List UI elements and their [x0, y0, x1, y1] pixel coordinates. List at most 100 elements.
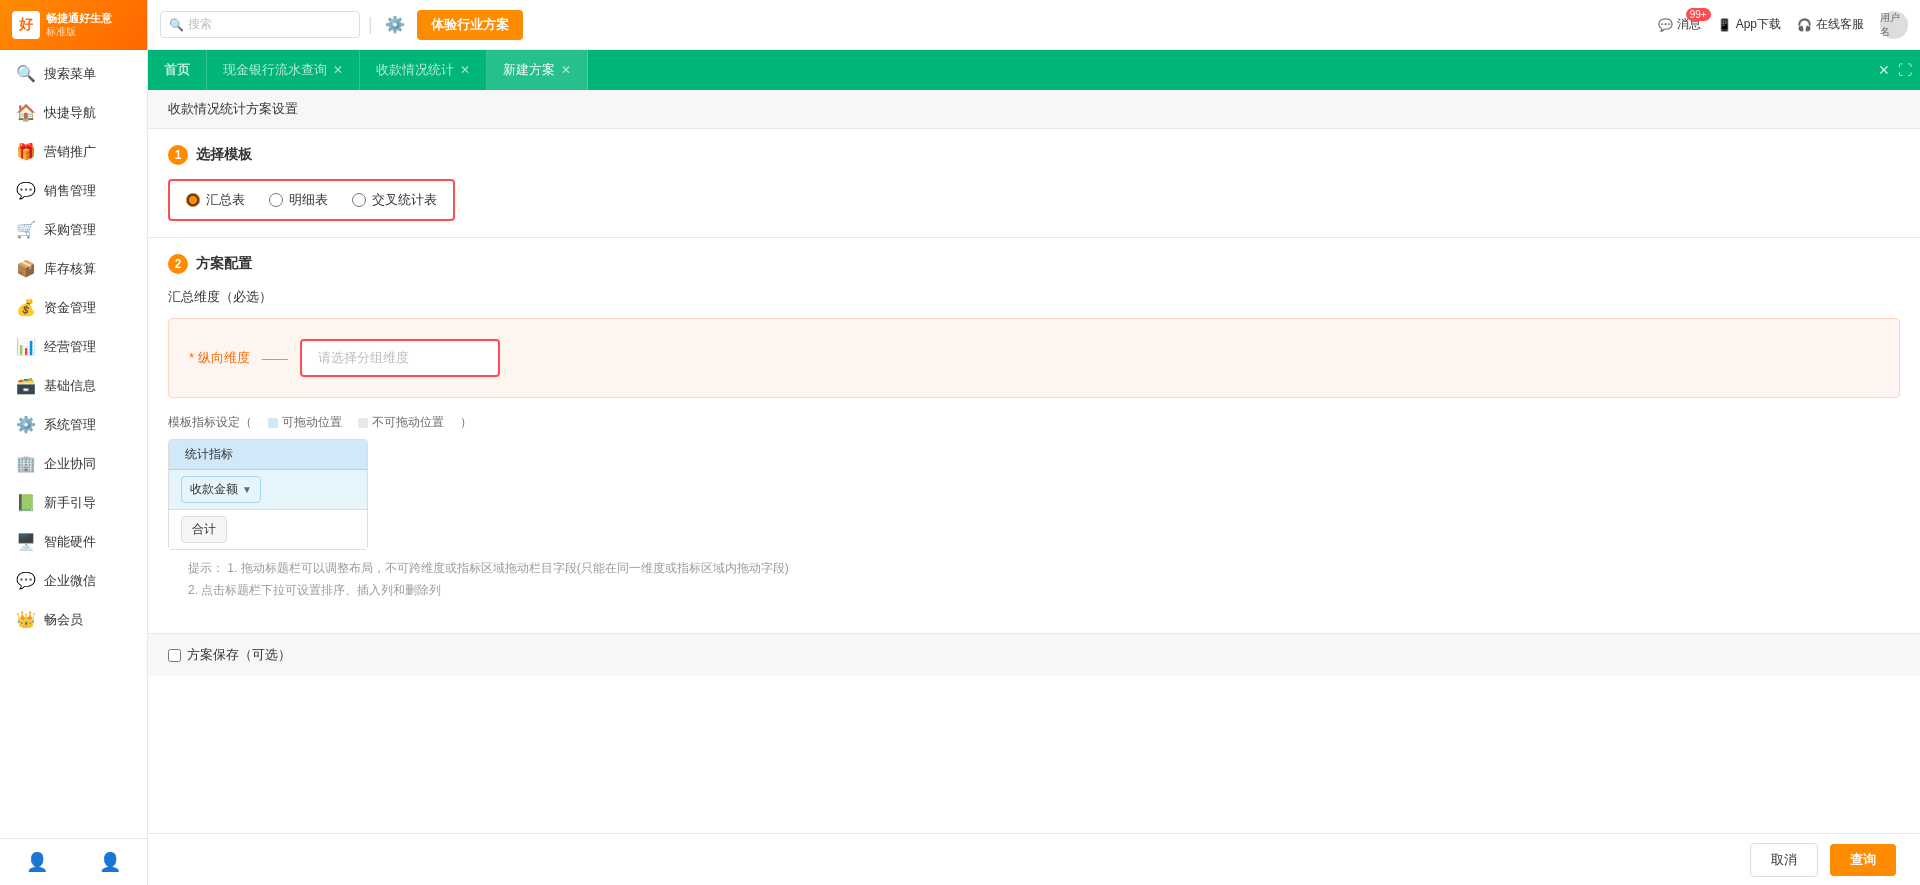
home-icon: 🏠	[16, 103, 36, 122]
tabs-actions: ✕ ⛶	[1870, 50, 1920, 90]
chart-icon: 📊	[16, 337, 36, 356]
database-icon: 🗃️	[16, 376, 36, 395]
save-checkbox-label[interactable]: 方案保存（可选）	[168, 646, 291, 664]
header-search[interactable]: 🔍 搜索	[160, 11, 360, 38]
service-icon: 🎧	[1797, 18, 1812, 32]
dim-section-label: 汇总维度（必选）	[168, 288, 1900, 306]
service-button[interactable]: 🎧 在线客服	[1797, 16, 1864, 33]
tab-home[interactable]: 首页	[148, 50, 207, 90]
tab-collection-close[interactable]: ✕	[460, 63, 470, 77]
download-icon: 📱	[1717, 18, 1732, 32]
app-logo: 好 畅捷通好生意 标准版	[0, 0, 147, 50]
stat-tag-amount[interactable]: 收款金额 ▼	[181, 476, 261, 503]
radio-summary-input[interactable]	[186, 193, 200, 207]
user-icon-2: 👤	[99, 851, 121, 873]
sidebar-item-corp[interactable]: 🏢 企业协同	[0, 444, 147, 483]
sidebar-item-search[interactable]: 🔍 搜索菜单	[0, 54, 147, 93]
dim-arrow-icon: ——	[262, 351, 288, 366]
legend-dot-blue	[268, 418, 278, 428]
stat-subtag-row: 合计	[169, 510, 367, 549]
header: 🔍 搜索 | ⚙️ 体验行业方案 💬 消息 99+ 📱 App下载 🎧 在线客服…	[148, 0, 1920, 50]
save-checkbox[interactable]	[168, 649, 181, 662]
dim-select-box[interactable]: 请选择分组维度	[300, 339, 500, 377]
tab-collection[interactable]: 收款情况统计 ✕	[360, 50, 487, 90]
metrics-section: 模板指标设定（ 可拖动位置 不可拖动位置 ） 统计指标	[168, 414, 1900, 550]
legend-draggable: 可拖动位置	[268, 414, 342, 431]
step2-number: 2	[168, 254, 188, 274]
sidebar-item-sales[interactable]: 💬 销售管理	[0, 171, 147, 210]
sidebar-item-weixin[interactable]: 💬 企业微信	[0, 561, 147, 600]
tab-new[interactable]: 新建方案 ✕	[487, 50, 588, 90]
hint-text-2: 2. 点击标题栏下拉可设置排序、插入列和删除列	[188, 580, 1880, 602]
sidebar-item-quicknav[interactable]: 🏠 快捷导航	[0, 93, 147, 132]
search-icon: 🔍	[16, 64, 36, 83]
sidebar-item-operation[interactable]: 📊 经营管理	[0, 327, 147, 366]
tab-cashflow[interactable]: 现金银行流水查询 ✕	[207, 50, 360, 90]
user-icon-1: 👤	[26, 851, 48, 873]
page-container: 收款情况统计方案设置 1 选择模板 汇总表 明细表 交叉统计表	[148, 90, 1920, 885]
trial-button[interactable]: 体验行业方案	[417, 10, 523, 40]
step1-section: 1 选择模板 汇总表 明细表 交叉统计表	[148, 129, 1920, 237]
notification-icon: 💬	[1658, 18, 1673, 32]
sidebar-footer-user2[interactable]: 👤	[95, 847, 125, 877]
notification-badge: 99+	[1686, 8, 1711, 21]
tabs-bar: 首页 现金银行流水查询 ✕ 收款情况统计 ✕ 新建方案 ✕ ✕ ⛶	[148, 50, 1920, 90]
header-divider: |	[368, 14, 373, 35]
sales-icon: 💬	[16, 181, 36, 200]
tabs-maximize-button[interactable]: ⛶	[1898, 62, 1912, 78]
sidebar-item-guide[interactable]: 📗 新手引导	[0, 483, 147, 522]
radio-detail[interactable]: 明细表	[269, 191, 328, 209]
sidebar-footer: 👤 👤	[0, 838, 147, 885]
dim-row: * 纵向维度 —— 请选择分组维度	[189, 339, 1879, 377]
sidebar-item-member[interactable]: 👑 畅会员	[0, 600, 147, 639]
radio-summary[interactable]: 汇总表	[186, 191, 245, 209]
step1-header: 1 选择模板	[168, 145, 1900, 165]
sidebar-item-hardware[interactable]: 🖥️ 智能硬件	[0, 522, 147, 561]
tabs-close-button[interactable]: ✕	[1878, 62, 1890, 78]
money-icon: 💰	[16, 298, 36, 317]
metrics-area: 统计指标 收款金额 ▼ 合计	[168, 439, 368, 550]
settings-icon: ⚙️	[16, 415, 36, 434]
metrics-header: 统计指标	[169, 440, 367, 470]
tab-cashflow-close[interactable]: ✕	[333, 63, 343, 77]
hint-text-1: 提示： 1. 拖动标题栏可以调整布局，不可跨维度或指标区域拖动栏目字段(只能在同…	[188, 558, 1880, 580]
metrics-legend: 模板指标设定（ 可拖动位置 不可拖动位置 ）	[168, 414, 1900, 431]
stat-subtag-total: 合计	[181, 516, 227, 543]
step2-header: 2 方案配置	[168, 254, 1900, 274]
legend-non-draggable: 不可拖动位置	[358, 414, 444, 431]
corp-icon: 🏢	[16, 454, 36, 473]
step2-section: 2 方案配置 汇总维度（必选） * 纵向维度 —— 请选择分组维度 模板指标设定…	[148, 237, 1920, 617]
tab-new-close[interactable]: ✕	[561, 63, 571, 77]
guide-icon: 📗	[16, 493, 36, 512]
step2-title: 方案配置	[196, 255, 252, 273]
sidebar-item-basic[interactable]: 🗃️ 基础信息	[0, 366, 147, 405]
sidebar: 好 畅捷通好生意 标准版 🔍 搜索菜单 🏠 快捷导航 🎁 营销推广 💬 销售管理…	[0, 0, 148, 885]
cancel-button[interactable]: 取消	[1750, 843, 1818, 877]
hardware-icon: 🖥️	[16, 532, 36, 551]
radio-cross-input[interactable]	[352, 193, 366, 207]
stat-tag-dropdown-icon[interactable]: ▼	[242, 484, 252, 495]
member-icon: 👑	[16, 610, 36, 629]
download-button[interactable]: 📱 App下载	[1717, 16, 1781, 33]
user-avatar[interactable]: 用户名	[1880, 11, 1908, 39]
gear-icon[interactable]: ⚙️	[381, 11, 409, 38]
radio-detail-input[interactable]	[269, 193, 283, 207]
sidebar-item-system[interactable]: ⚙️ 系统管理	[0, 405, 147, 444]
sidebar-item-purchase[interactable]: 🛒 采购管理	[0, 210, 147, 249]
sidebar-item-finance[interactable]: 💰 资金管理	[0, 288, 147, 327]
notification-button[interactable]: 💬 消息 99+	[1658, 16, 1701, 33]
radio-cross[interactable]: 交叉统计表	[352, 191, 437, 209]
sidebar-footer-user1[interactable]: 👤	[22, 847, 52, 877]
step1-title: 选择模板	[196, 146, 252, 164]
template-options-box: 汇总表 明细表 交叉统计表	[168, 179, 455, 221]
logo-icon: 好	[12, 11, 40, 39]
box-icon: 📦	[16, 259, 36, 278]
sidebar-item-marketing[interactable]: 🎁 营销推广	[0, 132, 147, 171]
save-option-section: 方案保存（可选）	[148, 633, 1920, 676]
logo-text: 畅捷通好生意 标准版	[46, 11, 112, 39]
main-content: 收款情况统计方案设置 1 选择模板 汇总表 明细表 交叉统计表	[148, 90, 1920, 885]
sidebar-item-inventory[interactable]: 📦 库存核算	[0, 249, 147, 288]
legend-dot-gray	[358, 418, 368, 428]
query-button[interactable]: 查询	[1830, 844, 1896, 876]
header-search-icon: 🔍	[169, 18, 184, 32]
